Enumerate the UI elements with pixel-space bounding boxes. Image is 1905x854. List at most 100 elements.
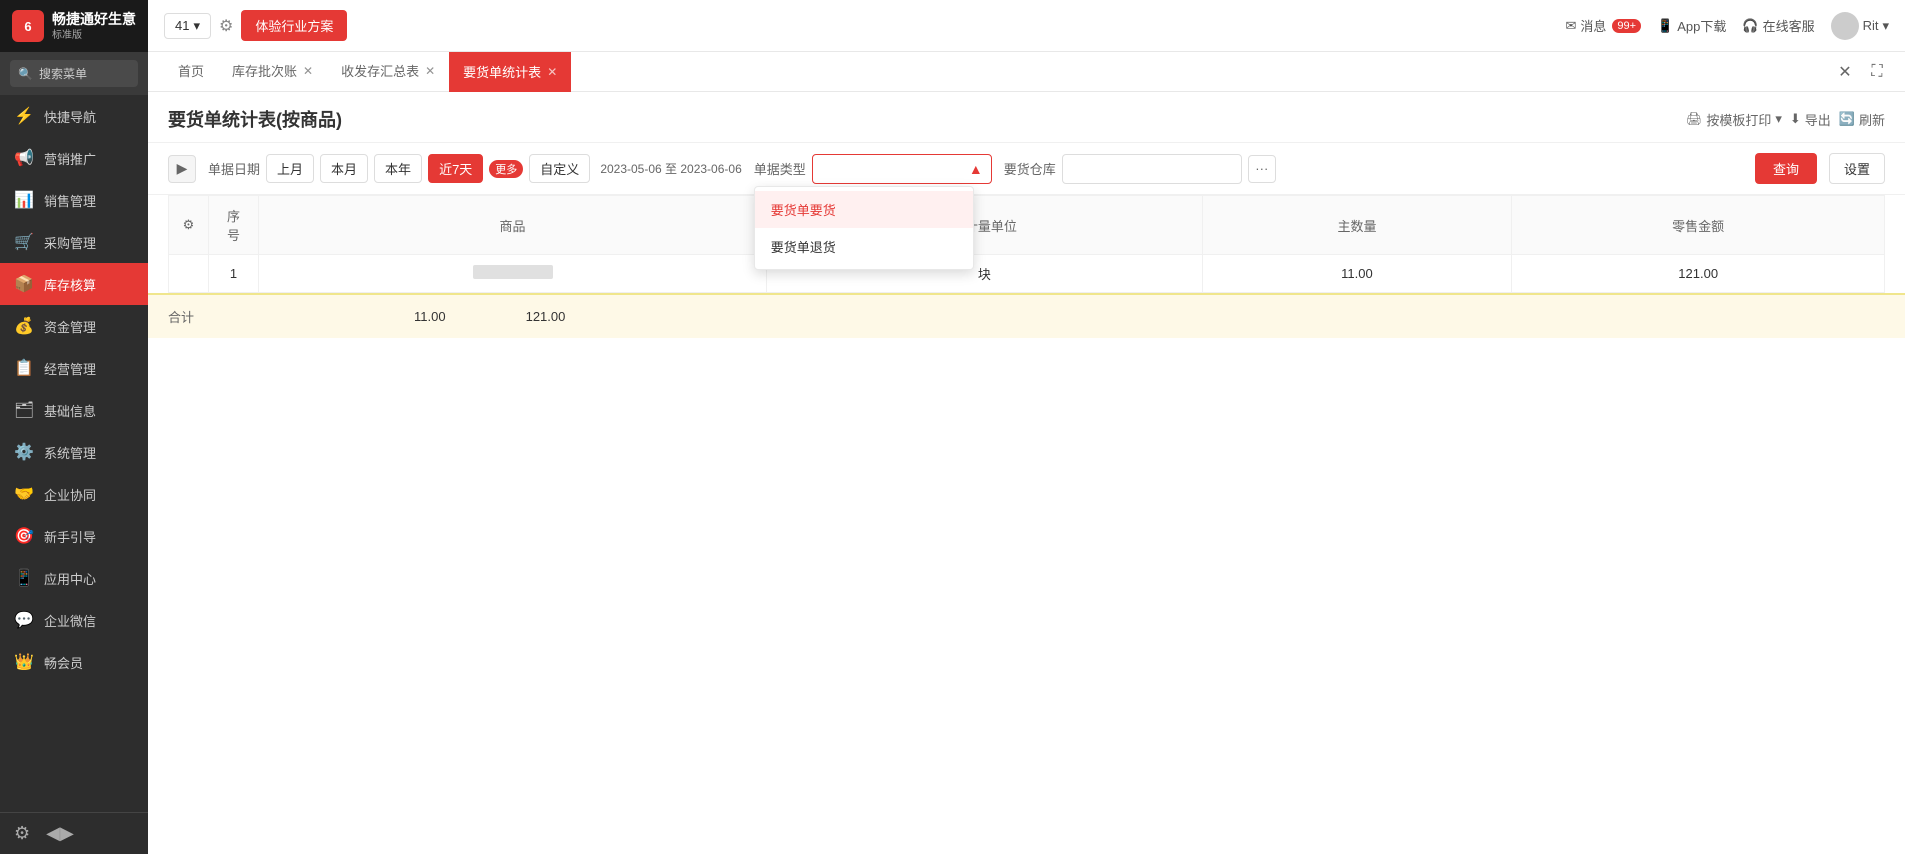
date-btn-this-year[interactable]: 本年 <box>374 154 422 183</box>
sidebar-item-label: 基础信息 <box>44 401 96 420</box>
sidebar-item-label: 销售管理 <box>44 191 96 210</box>
user-avatar-area[interactable]: Rit ▾ <box>1831 12 1889 40</box>
settings-footer-button[interactable]: ⚙ <box>14 823 30 844</box>
user-avatar <box>1831 12 1859 40</box>
footer-total-qty: 11.00 <box>414 309 446 324</box>
sidebar-item-label: 新手引导 <box>44 527 96 546</box>
sidebar-item-app-center[interactable]: 📱 应用中心 <box>0 557 148 599</box>
collapse-footer-button[interactable]: ◀▶ <box>46 823 74 844</box>
sidebar-item-label: 企业协同 <box>44 485 96 504</box>
messages-label: 消息 <box>1580 16 1606 35</box>
warehouse-input[interactable] <box>1062 154 1242 184</box>
download-icon: 📱 <box>1657 18 1673 34</box>
refresh-label: 刷新 <box>1859 110 1885 129</box>
sidebar-footer: ⚙ ◀▶ <box>0 812 148 854</box>
export-label: 导出 <box>1805 110 1831 129</box>
export-icon: ⬇ <box>1790 111 1801 127</box>
tab-receive-summary-close[interactable]: ✕ <box>425 64 435 78</box>
warehouse-filter-group: 要货仓库 ··· <box>1004 154 1276 184</box>
date-range-text: 2023-05-06 至 2023-06-06 <box>600 160 741 177</box>
warehouse-more-button[interactable]: ··· <box>1248 155 1276 183</box>
sidebar-item-sales[interactable]: 📊 销售管理 <box>0 179 148 221</box>
messages-button[interactable]: ✉ 消息 99+ <box>1565 16 1641 35</box>
sidebar-item-enterprise[interactable]: 🤝 企业协同 <box>0 473 148 515</box>
dropdown-item-return[interactable]: 要货单退货 <box>755 228 973 265</box>
sales-icon: 📊 <box>14 190 34 210</box>
print-button[interactable]: 🖨 按模板打印 ▾ <box>1686 110 1782 129</box>
sidebar-item-operations[interactable]: 📋 经营管理 <box>0 347 148 389</box>
content-area: 要货单统计表(按商品) 🖨 按模板打印 ▾ ⬇ 导出 🔄 刷新 <box>148 92 1905 854</box>
page-actions: 🖨 按模板打印 ▾ ⬇ 导出 🔄 刷新 <box>1686 110 1885 129</box>
filter-expand-button[interactable]: ▶ <box>168 155 196 183</box>
sidebar-item-inventory[interactable]: 📦 库存核算 <box>0 263 148 305</box>
product-name-blurred <box>473 265 553 279</box>
sidebar-item-wechat[interactable]: 💬 企业微信 <box>0 599 148 641</box>
sidebar-item-quick-nav[interactable]: ⚡ 快捷导航 <box>0 95 148 137</box>
app-download-button[interactable]: 📱 App下载 <box>1657 16 1726 35</box>
col-header-amount: 零售金额 <box>1512 196 1885 255</box>
app-download-label: App下载 <box>1677 16 1726 35</box>
tabs-actions: ✕ ⛶ <box>1833 60 1889 84</box>
store-name: 41 <box>175 18 189 33</box>
type-filter-label: 单据类型 <box>754 159 806 178</box>
sidebar-item-finance[interactable]: 💰 资金管理 <box>0 305 148 347</box>
wechat-icon: 💬 <box>14 610 34 630</box>
refresh-button[interactable]: 🔄 刷新 <box>1839 110 1885 129</box>
sidebar-item-label: 应用中心 <box>44 569 96 588</box>
sidebar-item-guide[interactable]: 🎯 新手引导 <box>0 515 148 557</box>
settings-gear-icon[interactable]: ⚙ <box>219 16 233 36</box>
finance-icon: 💰 <box>14 316 34 336</box>
filter-settings-button[interactable]: 设置 <box>1829 153 1885 184</box>
type-filter-group: 单据类型 ▲ 要货单要货 要货单退货 <box>754 154 992 184</box>
search-menu-button[interactable]: 🔍 搜索菜单 <box>10 60 138 87</box>
footer-total-label: 合计 <box>168 307 194 326</box>
tab-order-stats-close[interactable]: ✕ <box>547 65 557 79</box>
sidebar-item-member[interactable]: 👑 畅会员 <box>0 641 148 683</box>
row-amount-cell: 121.00 <box>1512 255 1885 293</box>
col-header-settings[interactable]: ⚙ <box>169 196 209 255</box>
custom-date-button[interactable]: 自定义 <box>529 154 590 183</box>
sidebar-item-marketing[interactable]: 📢 营销推广 <box>0 137 148 179</box>
tab-inventory-batch[interactable]: 库存批次账 ✕ <box>218 52 327 92</box>
row-qty-cell: 11.00 <box>1202 255 1512 293</box>
tab-order-stats-label: 要货单统计表 <box>463 62 541 81</box>
app-center-icon: 📱 <box>14 568 34 588</box>
tab-inventory-batch-close[interactable]: ✕ <box>303 64 313 78</box>
row-no-cell: 1 <box>209 255 259 293</box>
sidebar-item-system[interactable]: ⚙️ 系统管理 <box>0 431 148 473</box>
query-button[interactable]: 查询 <box>1755 153 1817 184</box>
sidebar-item-basic[interactable]: 🗂 基础信息 <box>0 389 148 431</box>
system-icon: ⚙️ <box>14 442 34 462</box>
type-select[interactable]: ▲ <box>812 154 992 184</box>
tab-order-stats[interactable]: 要货单统计表 ✕ <box>449 52 571 92</box>
date-btn-last-month[interactable]: 上月 <box>266 154 314 183</box>
enterprise-icon: 🤝 <box>14 484 34 504</box>
dropdown-item-requisition[interactable]: 要货单要货 <box>755 191 973 228</box>
row-product-cell <box>259 255 767 293</box>
date-btn-this-month[interactable]: 本月 <box>320 154 368 183</box>
date-filter-label: 单据日期 <box>208 159 260 178</box>
print-label: 按模板打印 <box>1706 110 1771 129</box>
tab-expand-button[interactable]: ⛶ <box>1865 60 1889 84</box>
export-button[interactable]: ⬇ 导出 <box>1790 110 1831 129</box>
topbar-left: 41 ▾ ⚙ 体验行业方案 <box>164 10 1553 41</box>
sidebar-item-label: 经营管理 <box>44 359 96 378</box>
topbar: 41 ▾ ⚙ 体验行业方案 ✉ 消息 99+ 📱 App下载 🎧 在线客服 R <box>148 0 1905 52</box>
topbar-right: ✉ 消息 99+ 📱 App下载 🎧 在线客服 Rit ▾ <box>1565 12 1889 40</box>
user-dropdown-icon: ▾ <box>1882 18 1889 34</box>
online-service-button[interactable]: 🎧 在线客服 <box>1742 16 1814 35</box>
industry-button[interactable]: 体验行业方案 <box>241 10 347 41</box>
date-btn-7days[interactable]: 近7天 <box>428 154 483 183</box>
search-icon: 🔍 <box>18 67 33 81</box>
member-icon: 👑 <box>14 652 34 672</box>
tab-home[interactable]: 首页 <box>164 52 218 92</box>
purchase-icon: 🛒 <box>14 232 34 252</box>
col-header-no: 序号 <box>209 196 259 255</box>
dropdown-item-label: 要货单要货 <box>771 203 836 218</box>
tab-close-all-button[interactable]: ✕ <box>1833 60 1857 84</box>
sidebar-search-area[interactable]: 🔍 搜索菜单 <box>0 52 148 95</box>
tab-receive-summary[interactable]: 收发存汇总表 ✕ <box>327 52 449 92</box>
store-selector[interactable]: 41 ▾ <box>164 13 211 39</box>
more-date-badge[interactable]: 更多 <box>489 160 523 178</box>
sidebar-item-purchase[interactable]: 🛒 采购管理 <box>0 221 148 263</box>
